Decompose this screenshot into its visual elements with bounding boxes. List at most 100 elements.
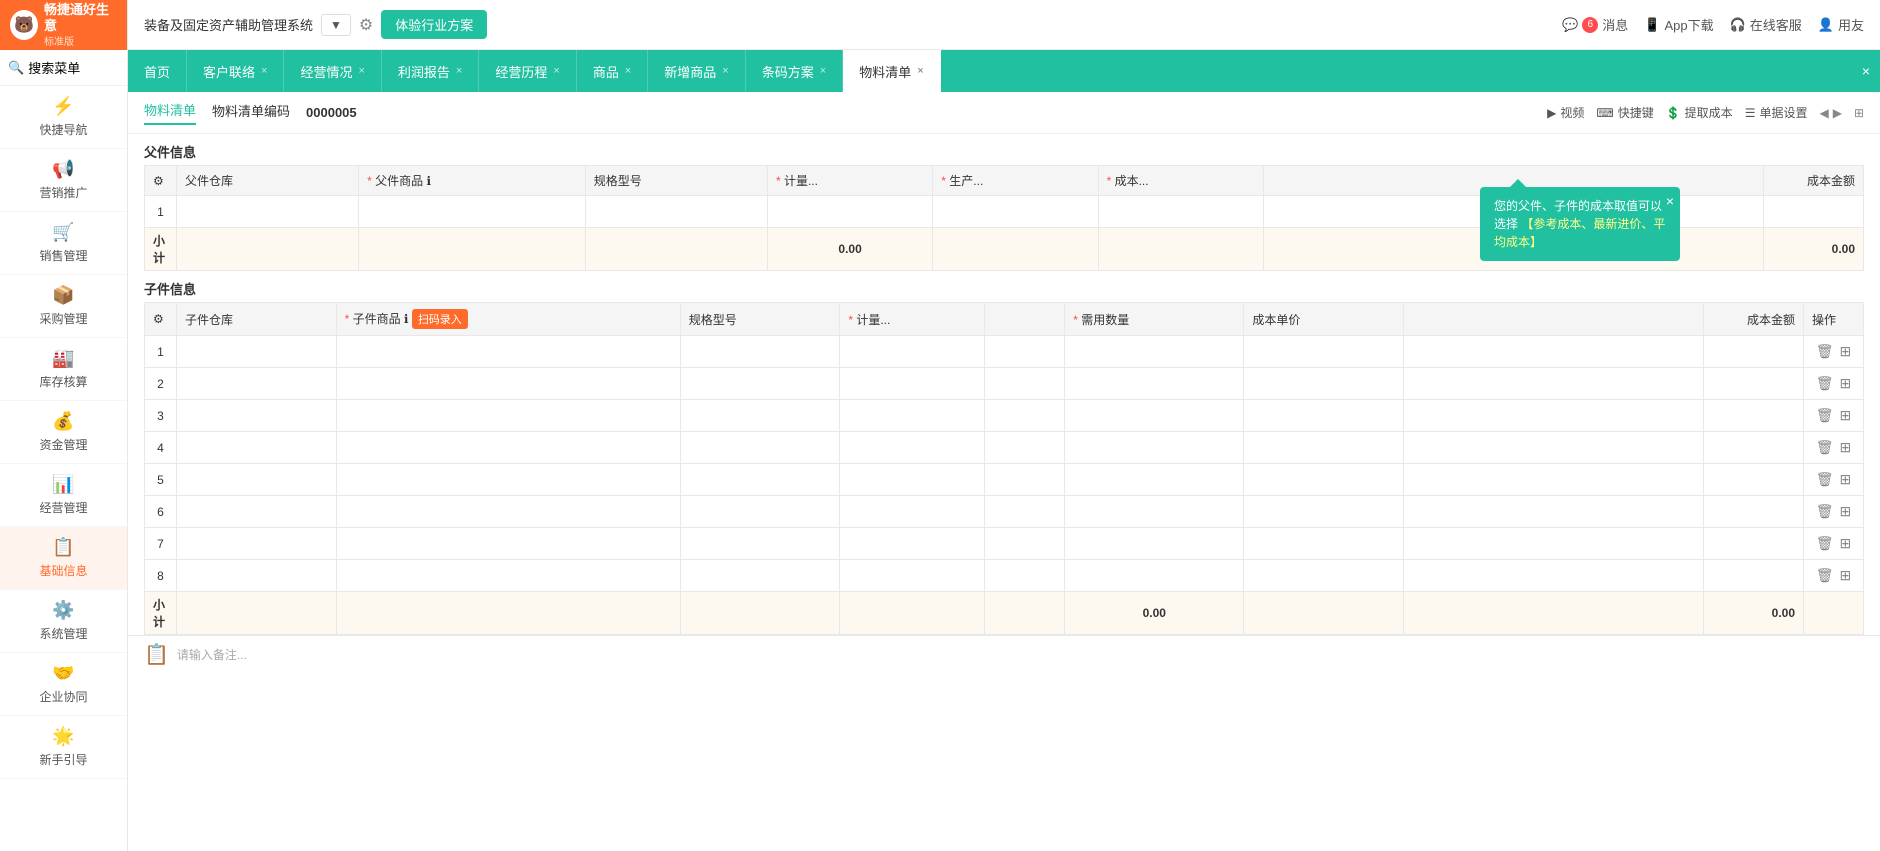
child-unit-cell[interactable]: [840, 560, 985, 592]
delete-row-icon[interactable]: 🗑: [1816, 503, 1834, 520]
child-warehouse-cell[interactable]: [177, 400, 337, 432]
sidebar-item-inventory[interactable]: 🏭 库存核算: [0, 338, 127, 401]
child-spec-cell[interactable]: [680, 528, 840, 560]
scan-input-button[interactable]: 扫码录入: [412, 309, 468, 329]
tab-history[interactable]: 经营历程 ×: [479, 50, 576, 92]
child-unit-cell[interactable]: [840, 464, 985, 496]
sidebar-item-purchase[interactable]: 📦 采购管理: [0, 275, 127, 338]
close-bom-tab[interactable]: ×: [917, 65, 923, 77]
doc-settings-item[interactable]: ☰ 单据设置: [1745, 104, 1808, 121]
copy-row-icon[interactable]: ⊞: [1840, 567, 1852, 584]
delete-row-icon[interactable]: 🗑: [1816, 471, 1834, 488]
child-spec-cell[interactable]: [680, 496, 840, 528]
parent-production-cell[interactable]: [933, 196, 1098, 228]
child-product-cell[interactable]: [336, 496, 680, 528]
sidebar-item-finance[interactable]: 💰 资金管理: [0, 401, 127, 464]
app-download-item[interactable]: 📱 App下载: [1644, 15, 1713, 34]
parent-spec-cell[interactable]: [585, 196, 767, 228]
copy-row-icon[interactable]: ⊞: [1840, 343, 1852, 360]
copy-row-icon[interactable]: ⊞: [1840, 535, 1852, 552]
child-unit-price-cell[interactable]: [1244, 432, 1404, 464]
delete-row-icon[interactable]: 🗑: [1816, 535, 1834, 552]
video-item[interactable]: ▶ 视频: [1547, 104, 1584, 121]
child-unit-price-cell[interactable]: [1244, 528, 1404, 560]
delete-row-icon[interactable]: 🗑: [1816, 375, 1834, 392]
child-spec-cell[interactable]: [680, 432, 840, 464]
child-product-cell[interactable]: [336, 336, 680, 368]
child-qty-cell[interactable]: [1065, 528, 1244, 560]
child-product-cell[interactable]: [336, 560, 680, 592]
close-profit-tab[interactable]: ×: [456, 65, 462, 77]
experience-button[interactable]: 体验行业方案: [381, 10, 487, 39]
sidebar-item-operation[interactable]: 📊 经营管理: [0, 464, 127, 527]
sidebar-item-sales[interactable]: 🛒 销售管理: [0, 212, 127, 275]
copy-row-icon[interactable]: ⊞: [1840, 471, 1852, 488]
message-item[interactable]: 💬 6 消息: [1562, 15, 1628, 34]
close-operation-tab[interactable]: ×: [358, 65, 364, 77]
child-col-gear[interactable]: ⚙: [145, 303, 177, 336]
child-product-cell[interactable]: [336, 464, 680, 496]
copy-row-icon[interactable]: ⊞: [1840, 407, 1852, 424]
child-product-cell[interactable]: [336, 368, 680, 400]
child-unit-price-cell[interactable]: [1244, 560, 1404, 592]
copy-row-icon[interactable]: ⊞: [1840, 503, 1852, 520]
child-warehouse-cell[interactable]: [177, 368, 337, 400]
child-spec-cell[interactable]: [680, 560, 840, 592]
sidebar-item-system[interactable]: ⚙️ 系统管理: [0, 590, 127, 653]
tab-barcode[interactable]: 条码方案 ×: [746, 50, 843, 92]
child-qty-cell[interactable]: [1065, 368, 1244, 400]
child-unit-cell[interactable]: [840, 528, 985, 560]
delete-row-icon[interactable]: 🗑: [1816, 567, 1834, 584]
delete-row-icon[interactable]: 🗑: [1816, 407, 1834, 424]
tab-bom[interactable]: 物料清单 ×: [843, 50, 940, 92]
user-item[interactable]: 👤 用友: [1818, 15, 1864, 34]
system-dropdown[interactable]: ▼: [321, 14, 351, 36]
extract-cost-item[interactable]: 💲 提取成本: [1666, 104, 1733, 121]
prev-arrow[interactable]: ◀: [1819, 106, 1828, 120]
parent-unit-cell[interactable]: [767, 196, 932, 228]
child-unit-cell[interactable]: [840, 336, 985, 368]
copy-row-icon[interactable]: ⊞: [1840, 375, 1852, 392]
close-customer-tab[interactable]: ×: [261, 65, 267, 77]
child-qty-cell[interactable]: [1065, 496, 1244, 528]
grid-view-icon[interactable]: ⊞: [1854, 106, 1864, 120]
child-spec-cell[interactable]: [680, 400, 840, 432]
shortcut-item[interactable]: ⌨ 快捷键: [1596, 104, 1653, 121]
parent-cost-cell[interactable]: [1098, 196, 1263, 228]
child-qty-cell[interactable]: [1065, 464, 1244, 496]
child-warehouse-cell[interactable]: [177, 336, 337, 368]
close-barcode-tab[interactable]: ×: [820, 65, 826, 77]
child-product-cell[interactable]: [336, 400, 680, 432]
close-product-tab[interactable]: ×: [625, 65, 631, 77]
sidebar-item-quick-nav[interactable]: ⚡ 快捷导航: [0, 86, 127, 149]
child-qty-cell[interactable]: [1065, 432, 1244, 464]
delete-row-icon[interactable]: 🗑: [1816, 343, 1834, 360]
tab-product[interactable]: 商品 ×: [577, 50, 648, 92]
sidebar-item-guide[interactable]: 🌟 新手引导: [0, 716, 127, 779]
child-unit-cell[interactable]: [840, 368, 985, 400]
sub-tab-bom[interactable]: 物料清单: [144, 100, 196, 125]
child-spec-cell[interactable]: [680, 464, 840, 496]
search-menu[interactable]: 🔍 搜索菜单: [0, 50, 127, 86]
parent-warehouse-cell[interactable]: [177, 196, 359, 228]
child-unit-cell[interactable]: [840, 400, 985, 432]
parent-product-cell[interactable]: [359, 196, 586, 228]
child-product-cell[interactable]: [336, 528, 680, 560]
copy-row-icon[interactable]: ⊞: [1840, 439, 1852, 456]
tab-new-product[interactable]: 新增商品 ×: [648, 50, 745, 92]
child-unit-price-cell[interactable]: [1244, 368, 1404, 400]
child-product-cell[interactable]: [336, 432, 680, 464]
child-warehouse-cell[interactable]: [177, 464, 337, 496]
child-unit-price-cell[interactable]: [1244, 496, 1404, 528]
parent-col-gear[interactable]: ⚙: [145, 166, 177, 196]
child-unit-price-cell[interactable]: [1244, 400, 1404, 432]
child-warehouse-cell[interactable]: [177, 560, 337, 592]
sidebar-item-enterprise[interactable]: 🤝 企业协同: [0, 653, 127, 716]
child-qty-cell[interactable]: [1065, 400, 1244, 432]
sidebar-item-marketing[interactable]: 📢 营销推广: [0, 149, 127, 212]
close-all-tabs[interactable]: ×: [1852, 63, 1880, 79]
child-unit-cell[interactable]: [840, 496, 985, 528]
tooltip-close-button[interactable]: ×: [1666, 191, 1674, 212]
online-service-item[interactable]: 🎧 在线客服: [1730, 15, 1802, 34]
tab-profit[interactable]: 利润报告 ×: [382, 50, 479, 92]
